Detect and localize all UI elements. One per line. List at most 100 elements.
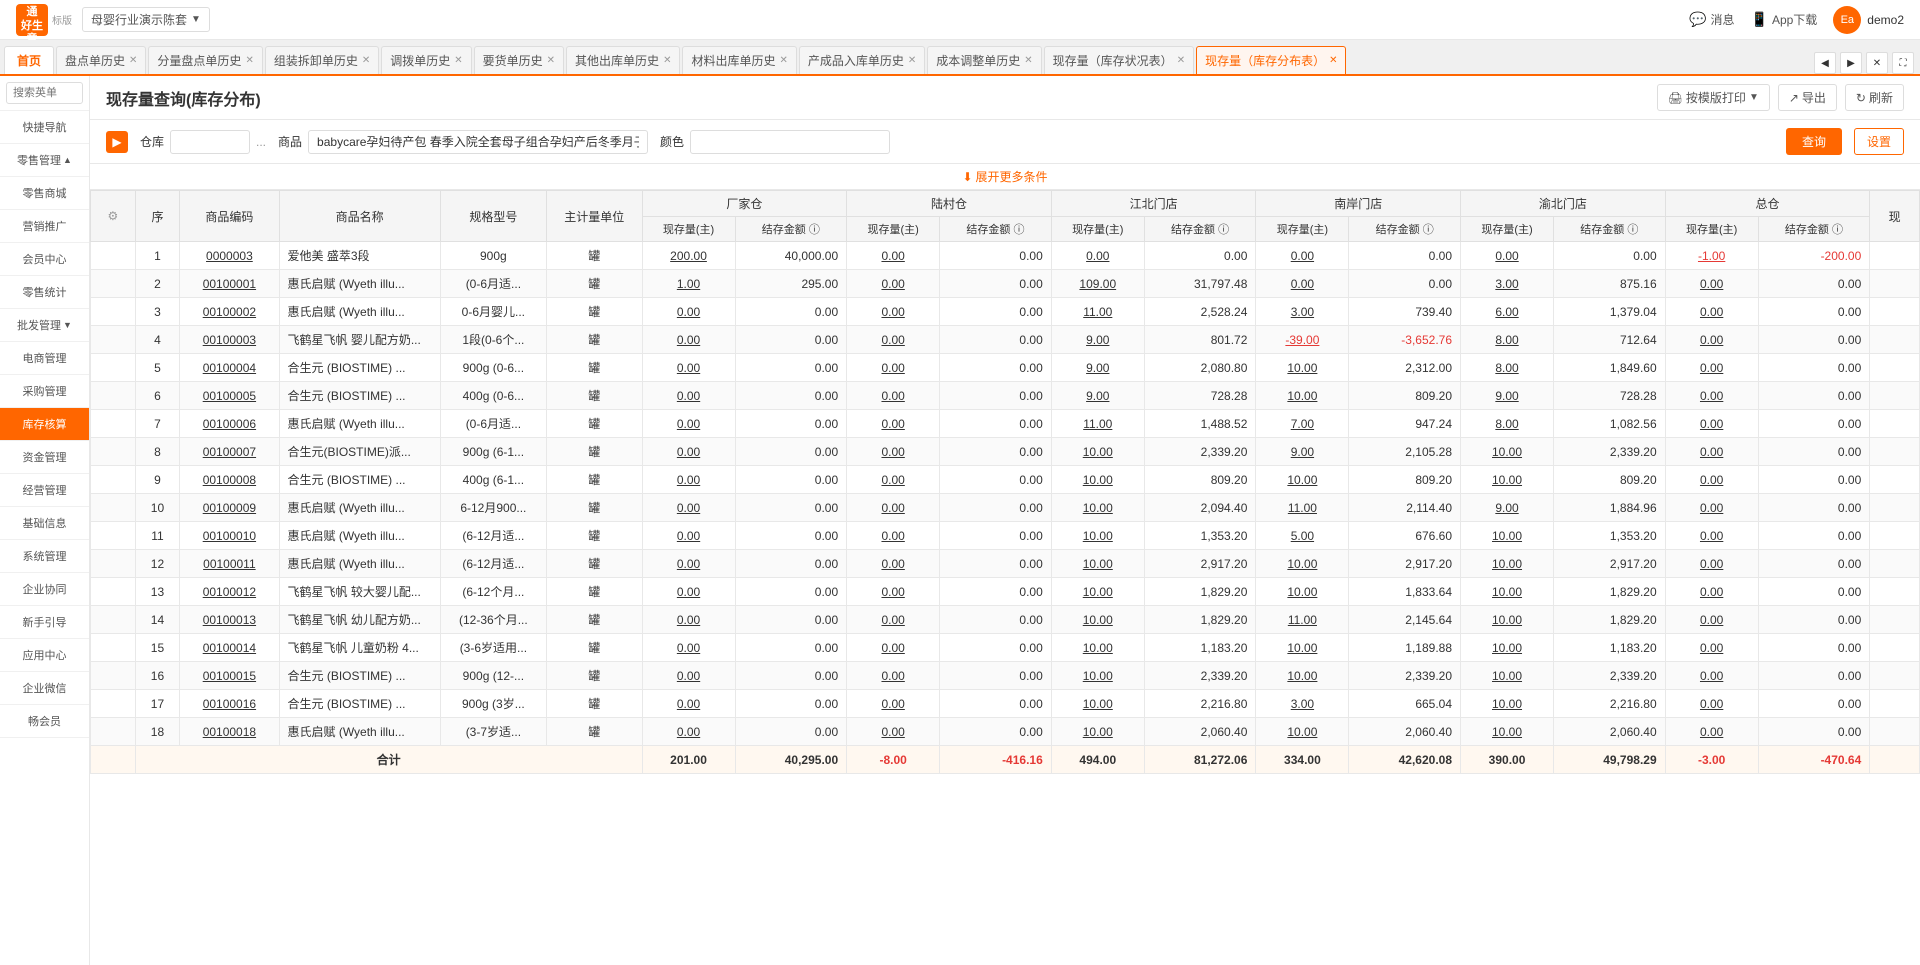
sidebar-item-purchase[interactable]: 采购管理: [0, 375, 89, 408]
cell-code[interactable]: 00100008: [180, 466, 279, 494]
sidebar-item-system[interactable]: 系统管理: [0, 540, 89, 573]
setting-btn[interactable]: 设置: [1854, 128, 1904, 155]
tab-portion-check[interactable]: 分量盘点单历史 ✕: [148, 46, 262, 74]
warehouse-dots[interactable]: ...: [256, 135, 266, 149]
cell-code[interactable]: 0000003: [180, 242, 279, 270]
cell-lud-qty[interactable]: 0.00: [847, 438, 940, 466]
query-btn[interactable]: 查询: [1786, 128, 1842, 155]
cell-jb-qty[interactable]: 10.00: [1051, 578, 1144, 606]
cell-jb-qty[interactable]: 10.00: [1051, 494, 1144, 522]
cell-fac-qty[interactable]: 200.00: [642, 242, 735, 270]
tab-material-outbound[interactable]: 材料出库单历史 ✕: [682, 46, 796, 74]
cell-fac-qty[interactable]: 0.00: [642, 494, 735, 522]
cell-jb-qty[interactable]: 109.00: [1051, 270, 1144, 298]
cell-na-qty[interactable]: 10.00: [1256, 466, 1349, 494]
cell-lud-qty[interactable]: 0.00: [847, 382, 940, 410]
cell-fac-qty[interactable]: 0.00: [642, 354, 735, 382]
cell-lud-qty[interactable]: 0.00: [847, 410, 940, 438]
cell-code[interactable]: 00100012: [180, 578, 279, 606]
cell-jb-qty[interactable]: 10.00: [1051, 690, 1144, 718]
cell-code[interactable]: 00100004: [180, 354, 279, 382]
cell-code[interactable]: 00100011: [180, 550, 279, 578]
cell-total-qty[interactable]: 0.00: [1665, 634, 1758, 662]
cell-fac-qty[interactable]: 0.00: [642, 550, 735, 578]
tab-nav-prev[interactable]: ◀: [1814, 52, 1836, 74]
close-icon[interactable]: ✕: [1177, 55, 1185, 66]
sidebar-item-appcenter[interactable]: 应用中心: [0, 639, 89, 672]
cell-code[interactable]: 00100018: [180, 718, 279, 746]
cell-fac-qty[interactable]: 0.00: [642, 410, 735, 438]
cell-code[interactable]: 00100013: [180, 606, 279, 634]
cell-lud-qty[interactable]: 0.00: [847, 634, 940, 662]
cell-jb-qty[interactable]: 11.00: [1051, 298, 1144, 326]
cell-lud-qty[interactable]: 0.00: [847, 578, 940, 606]
cell-fac-qty[interactable]: 0.00: [642, 326, 735, 354]
cell-yb-qty[interactable]: 6.00: [1461, 298, 1554, 326]
cell-jb-qty[interactable]: 11.00: [1051, 410, 1144, 438]
cell-lud-qty[interactable]: 0.00: [847, 466, 940, 494]
tab-transfer[interactable]: 调拨单历史 ✕: [381, 46, 471, 74]
cell-code[interactable]: 00100002: [180, 298, 279, 326]
cell-lud-qty[interactable]: 0.00: [847, 242, 940, 270]
cell-na-qty[interactable]: 9.00: [1256, 438, 1349, 466]
tab-inventory-check[interactable]: 盘点单历史 ✕: [56, 46, 146, 74]
cell-lud-qty[interactable]: 0.00: [847, 494, 940, 522]
close-icon[interactable]: ✕: [779, 55, 787, 66]
cell-fac-qty[interactable]: 0.00: [642, 578, 735, 606]
cell-jb-qty[interactable]: 10.00: [1051, 606, 1144, 634]
cell-fac-qty[interactable]: 0.00: [642, 438, 735, 466]
cell-lud-qty[interactable]: 0.00: [847, 354, 940, 382]
cell-total-qty[interactable]: 0.00: [1665, 410, 1758, 438]
cell-yb-qty[interactable]: 10.00: [1461, 606, 1554, 634]
refresh-btn[interactable]: ↻ 刷新: [1845, 84, 1904, 111]
cell-total-qty[interactable]: 0.00: [1665, 494, 1758, 522]
cell-jb-qty[interactable]: 10.00: [1051, 634, 1144, 662]
cell-total-qty[interactable]: 0.00: [1665, 550, 1758, 578]
tab-assembly[interactable]: 组装拆卸单历史 ✕: [265, 46, 379, 74]
sidebar-item-marketing[interactable]: 营销推广: [0, 210, 89, 243]
sidebar-item-retailshop[interactable]: 零售商城: [0, 177, 89, 210]
print-btn[interactable]: 🖨 按模版打印 ▼: [1657, 84, 1770, 111]
cell-jb-qty[interactable]: 9.00: [1051, 326, 1144, 354]
cell-fac-qty[interactable]: 1.00: [642, 270, 735, 298]
cell-na-qty[interactable]: 3.00: [1256, 690, 1349, 718]
cell-code[interactable]: 00100014: [180, 634, 279, 662]
sidebar-item-inventory[interactable]: 库存核算: [0, 408, 89, 441]
product-input[interactable]: [308, 130, 648, 154]
cell-na-qty[interactable]: 10.00: [1256, 578, 1349, 606]
search-sidebar-input[interactable]: [6, 82, 83, 104]
cell-total-qty[interactable]: 0.00: [1665, 606, 1758, 634]
col-header-settings[interactable]: ⚙: [91, 191, 136, 242]
cell-code[interactable]: 00100009: [180, 494, 279, 522]
close-icon[interactable]: ✕: [1329, 55, 1337, 66]
tab-stock-status[interactable]: 现存量（库存状况表） ✕: [1044, 46, 1194, 74]
search-sidebar-area[interactable]: [0, 76, 89, 111]
cell-fac-qty[interactable]: 0.00: [642, 298, 735, 326]
messages-btn[interactable]: 💬 消息: [1689, 11, 1734, 28]
cell-code[interactable]: 00100003: [180, 326, 279, 354]
cell-fac-qty[interactable]: 0.00: [642, 634, 735, 662]
cell-yb-qty[interactable]: 0.00: [1461, 242, 1554, 270]
close-icon[interactable]: ✕: [245, 55, 253, 66]
sidebar-item-collab[interactable]: 企业协同: [0, 573, 89, 606]
tab-nav-next[interactable]: ▶: [1840, 52, 1862, 74]
cell-lud-qty[interactable]: 0.00: [847, 606, 940, 634]
tab-fullscreen[interactable]: ⛶: [1892, 52, 1914, 74]
cell-total-qty[interactable]: 0.00: [1665, 466, 1758, 494]
cell-code[interactable]: 00100006: [180, 410, 279, 438]
sidebar-item-wholesale[interactable]: 批发管理▼: [0, 309, 89, 342]
sidebar-item-retail[interactable]: 零售管理▲: [0, 144, 89, 177]
cell-total-qty[interactable]: 0.00: [1665, 690, 1758, 718]
cell-lud-qty[interactable]: 0.00: [847, 270, 940, 298]
sidebar-item-guide[interactable]: 新手引导: [0, 606, 89, 639]
cell-total-qty[interactable]: 0.00: [1665, 326, 1758, 354]
sidebar-item-ecommerce[interactable]: 电商管理: [0, 342, 89, 375]
cell-fac-qty[interactable]: 0.00: [642, 382, 735, 410]
cell-na-qty[interactable]: 10.00: [1256, 718, 1349, 746]
close-icon[interactable]: ✕: [362, 55, 370, 66]
cell-na-qty[interactable]: 5.00: [1256, 522, 1349, 550]
cell-total-qty[interactable]: 0.00: [1665, 382, 1758, 410]
cell-yb-qty[interactable]: 10.00: [1461, 438, 1554, 466]
cell-total-qty[interactable]: 0.00: [1665, 354, 1758, 382]
sidebar-item-quicknav[interactable]: 快捷导航: [0, 111, 89, 144]
